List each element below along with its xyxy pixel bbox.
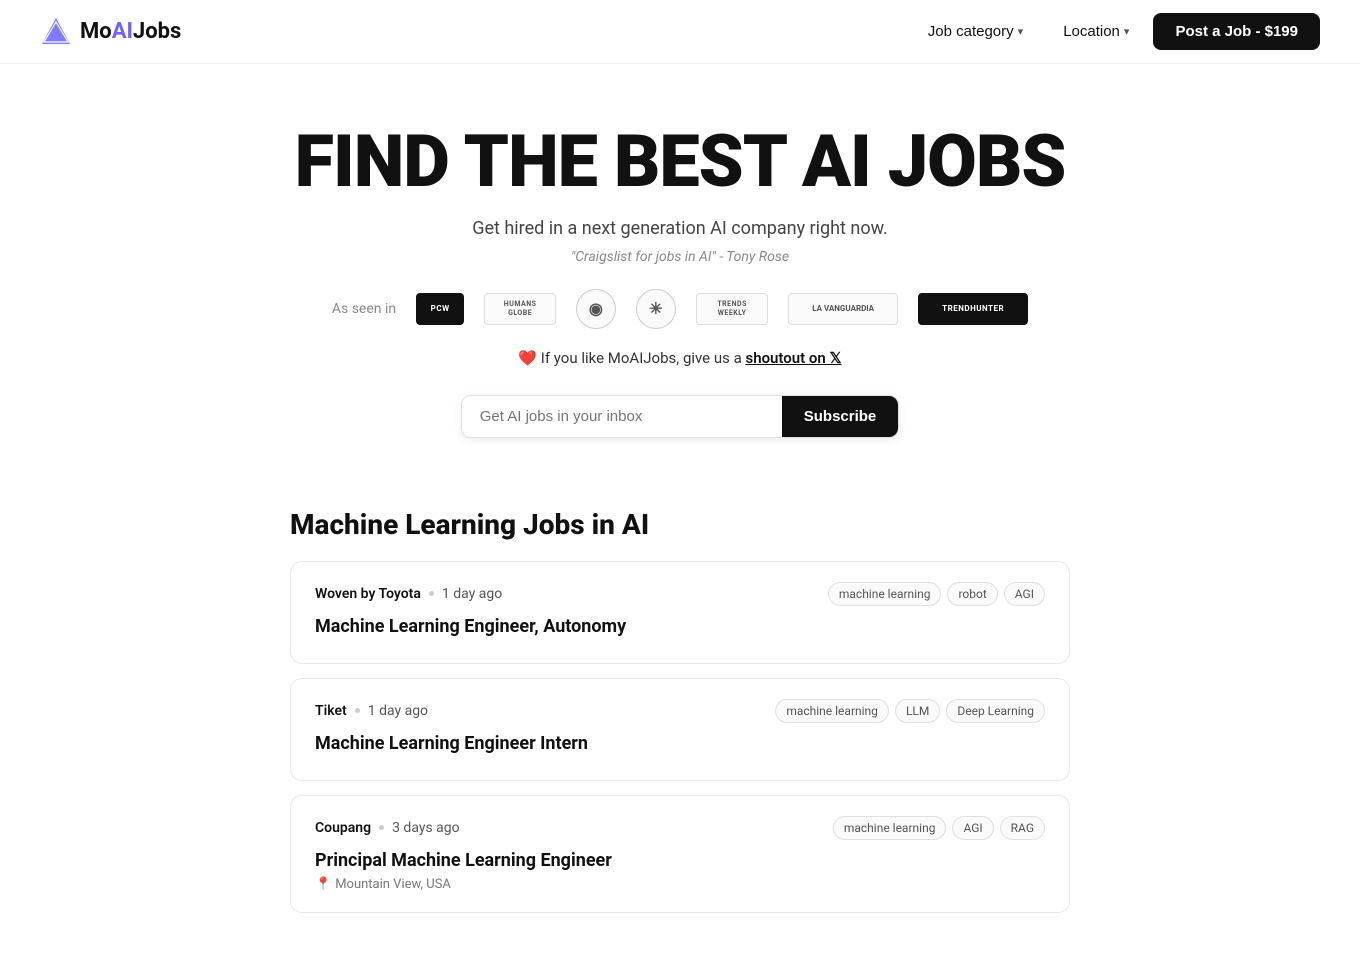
tag: machine learning	[833, 816, 947, 840]
subscribe-row: Subscribe	[20, 395, 1340, 438]
job-card-header: Woven by Toyota 1 day ago machine learni…	[315, 582, 1045, 606]
job-tags: machine learning robot AGI	[828, 582, 1045, 606]
chevron-down-icon: ▾	[1018, 25, 1024, 38]
job-card-header: Coupang 3 days ago machine learning AGI …	[315, 816, 1045, 840]
job-card[interactable]: Tiket 1 day ago machine learning LLM Dee…	[290, 678, 1070, 781]
brand-name: MoAIJobs	[80, 19, 181, 44]
subscribe-button[interactable]: Subscribe	[782, 396, 899, 437]
job-tags: machine learning LLM Deep Learning	[775, 699, 1045, 723]
tag: RAG	[1000, 816, 1045, 840]
job-company: Tiket	[315, 703, 347, 719]
job-card[interactable]: Woven by Toyota 1 day ago machine learni…	[290, 561, 1070, 664]
dot-separator	[379, 825, 384, 830]
post-job-button[interactable]: Post a Job - $199	[1153, 13, 1320, 50]
hero-title: FIND THE BEST AI JOBS	[20, 124, 1340, 200]
brand-logo[interactable]: MoAIJobs	[40, 16, 181, 48]
location-button[interactable]: Location ▾	[1047, 15, 1145, 48]
media-logo-trendhunter: TRENDHUNTER	[918, 293, 1028, 325]
media-logo-pcw: PCW	[416, 293, 464, 325]
logo-icon	[40, 16, 72, 48]
job-time: 1 day ago	[442, 586, 502, 602]
job-meta: Tiket 1 day ago	[315, 703, 428, 719]
tag: machine learning	[828, 582, 942, 606]
shoutout-row: ❤️ If you like MoAIJobs, give us a shout…	[20, 349, 1340, 367]
location-icon: 📍	[315, 877, 331, 892]
subscribe-form: Subscribe	[461, 395, 900, 438]
navbar: MoAIJobs Job category ▾ Location ▾ Post …	[0, 0, 1360, 64]
section-title: Machine Learning Jobs in AI	[290, 508, 1070, 541]
tag: robot	[947, 582, 997, 606]
hero-subtitle: Get hired in a next generation AI compan…	[20, 218, 1340, 239]
as-seen-in-row: As seen in PCW HUMANSGLOBE ◉ ✳ TRENDSWEE…	[20, 289, 1340, 329]
jobs-section: Machine Learning Jobs in AI Woven by Toy…	[270, 508, 1090, 967]
job-meta: Coupang 3 days ago	[315, 820, 460, 836]
job-card-header: Tiket 1 day ago machine learning LLM Dee…	[315, 699, 1045, 723]
job-category-button[interactable]: Job category ▾	[912, 15, 1039, 48]
dot-separator	[429, 591, 434, 596]
hero-quote: "Craigslist for jobs in AI" - Tony Rose	[20, 249, 1340, 265]
dot-separator	[355, 708, 360, 713]
tag: AGI	[1004, 582, 1045, 606]
shoutout-prefix: ❤️ If you like MoAIJobs, give us a	[518, 349, 741, 367]
email-input[interactable]	[462, 396, 782, 437]
job-time: 3 days ago	[392, 820, 460, 836]
job-title: Machine Learning Engineer, Autonomy	[315, 616, 1045, 637]
media-logo-circle: ◉	[576, 289, 616, 329]
hero-section: FIND THE BEST AI JOBS Get hired in a nex…	[0, 64, 1360, 508]
job-title: Machine Learning Engineer Intern	[315, 733, 1045, 754]
media-logo-la-vanguardia: LA VANGUARDIA	[788, 293, 898, 325]
job-time: 1 day ago	[368, 703, 428, 719]
media-logo-star: ✳	[636, 289, 676, 329]
nav-right: Job category ▾ Location ▾ Post a Job - $…	[912, 13, 1320, 50]
job-tags: machine learning AGI RAG	[833, 816, 1045, 840]
job-title: Principal Machine Learning Engineer	[315, 850, 1045, 871]
job-card[interactable]: Coupang 3 days ago machine learning AGI …	[290, 795, 1070, 913]
tag: Deep Learning	[946, 699, 1045, 723]
job-location: 📍 Mountain View, USA	[315, 877, 1045, 892]
media-logo-humans-globe: HUMANSGLOBE	[484, 293, 556, 325]
job-company: Coupang	[315, 820, 371, 836]
tag: LLM	[895, 699, 940, 723]
chevron-down-icon: ▾	[1124, 25, 1130, 38]
tag: AGI	[952, 816, 993, 840]
as-seen-label: As seen in	[332, 301, 396, 317]
shoutout-link[interactable]: shoutout on 𝕏	[745, 349, 841, 367]
media-logo-trends-weekly: TRENDSWEEKLY	[696, 293, 768, 325]
job-company: Woven by Toyota	[315, 586, 421, 602]
tag: machine learning	[775, 699, 889, 723]
job-meta: Woven by Toyota 1 day ago	[315, 586, 502, 602]
